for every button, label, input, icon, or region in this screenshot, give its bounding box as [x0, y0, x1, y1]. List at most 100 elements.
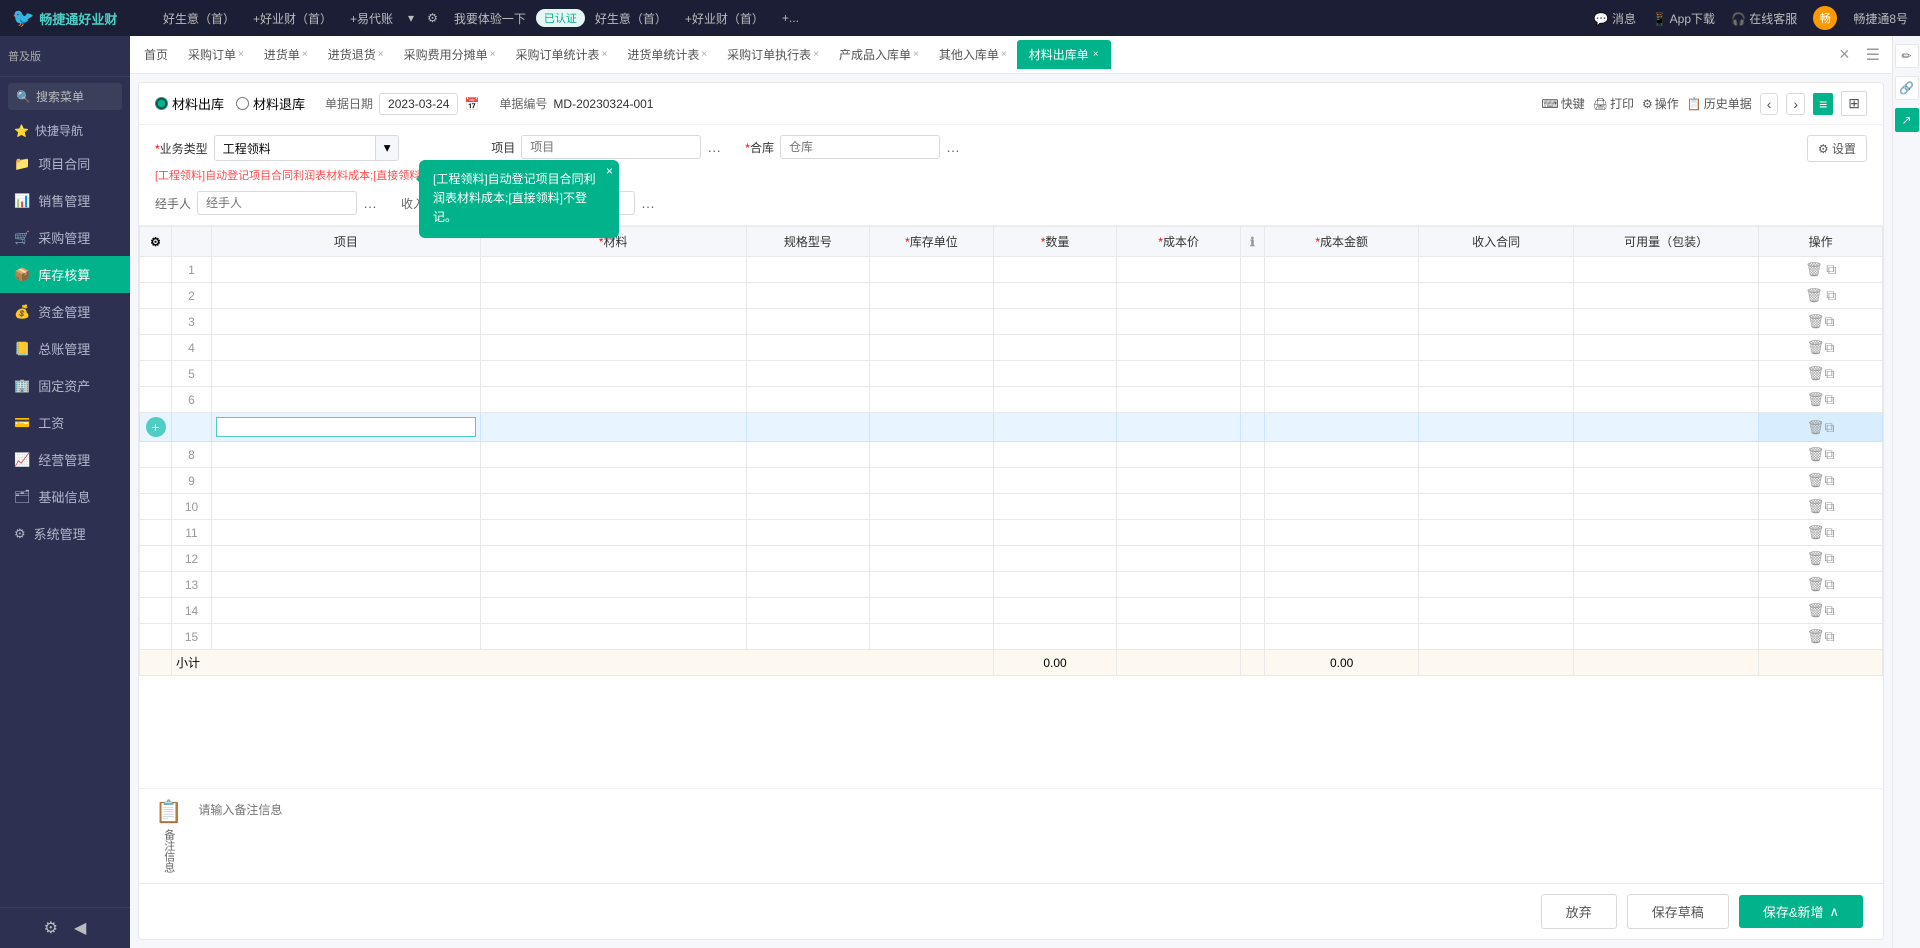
app-download-btn[interactable]: 📱 App下载 — [1652, 10, 1715, 27]
top-tab-3[interactable]: +易代账 — [342, 8, 401, 29]
close-tab-4[interactable]: × — [490, 49, 496, 60]
tab-purchase-return[interactable]: 进货退货 × — [318, 40, 394, 69]
delete-row-btn[interactable]: 🗑 — [1805, 287, 1823, 304]
grid-view-btn[interactable]: ⊞ — [1841, 91, 1867, 116]
copy-row-btn[interactable]: ⧉ — [1825, 313, 1835, 330]
delete-row-btn[interactable]: 🗑 — [1807, 339, 1825, 356]
col-settings[interactable]: ⚙ — [140, 227, 172, 257]
sidebar-item-project[interactable]: 📁 项目合同 — [0, 145, 130, 182]
tooltip-close-btn[interactable]: × — [606, 164, 613, 178]
sidebar-item-fixed-assets[interactable]: 🏢 固定资产 — [0, 367, 130, 404]
tab-purchase-order[interactable]: 采购订单 × — [178, 40, 254, 69]
operations-btn[interactable]: ⚙ 操作 — [1642, 95, 1679, 112]
handler-more-btn[interactable]: … — [363, 195, 377, 211]
income-contract-more-btn[interactable]: … — [641, 195, 655, 211]
warehouse-input[interactable] — [780, 135, 940, 159]
copy-row-btn[interactable]: ⧉ — [1825, 339, 1835, 356]
top-tab-7[interactable]: +好业财（首） — [677, 8, 772, 29]
sidebar-item-operations[interactable]: 📈 经营管理 — [0, 441, 130, 478]
close-tab-1[interactable]: × — [238, 49, 244, 60]
radio-material-return[interactable]: 材料退库 — [236, 94, 305, 113]
top-tab-1[interactable]: 好生意（首） — [155, 8, 243, 29]
sidebar-search-btn[interactable]: 🔍 搜索菜单 — [0, 77, 130, 116]
close-tab-3[interactable]: × — [378, 49, 384, 60]
copy-row-btn[interactable]: ⧉ — [1825, 419, 1835, 436]
online-service-btn[interactable]: 🎧 在线客服 — [1731, 10, 1797, 27]
close-tab-6[interactable]: × — [701, 49, 707, 60]
handler-input[interactable] — [197, 191, 357, 215]
delete-row-btn[interactable]: 🗑 — [1807, 313, 1825, 330]
history-btn[interactable]: 📋 历史单据 — [1687, 95, 1752, 112]
sidebar-settings-btn[interactable]: ⚙ — [44, 918, 58, 938]
delete-row-btn[interactable]: 🗑 — [1807, 498, 1825, 515]
sidebar-item-sales[interactable]: 📊 销售管理 — [0, 182, 130, 219]
sidebar-item-basic-info[interactable]: 🗂 基础信息 — [0, 478, 130, 515]
float-link-btn[interactable]: 🔗 — [1895, 76, 1919, 100]
tab-in-stats[interactable]: 进货单统计表 × — [617, 40, 717, 69]
delete-row-btn[interactable]: 🗑 — [1807, 576, 1825, 593]
copy-row-btn[interactable]: ⧉ — [1825, 576, 1835, 593]
business-type-dropdown[interactable]: ▾ — [375, 136, 399, 160]
business-type-input[interactable] — [215, 137, 375, 159]
date-value[interactable]: 2023-03-24 — [379, 93, 458, 115]
warehouse-more-btn[interactable]: … — [946, 139, 960, 155]
close-tab-7[interactable]: × — [813, 49, 819, 60]
close-all-tabs-btn[interactable]: × — [1831, 40, 1858, 69]
user-avatar[interactable]: 畅 — [1813, 6, 1837, 30]
top-tab-arrow[interactable]: ▾ — [403, 9, 419, 27]
tab-product-in[interactable]: 产成品入库单 × — [829, 40, 929, 69]
close-tab-2[interactable]: × — [302, 49, 308, 60]
sidebar-item-ledger[interactable]: 📒 总账管理 — [0, 330, 130, 367]
delete-row-btn[interactable]: 🗑 — [1807, 472, 1825, 489]
top-tab-more[interactable]: +... — [774, 9, 807, 27]
close-tab-9[interactable]: × — [1001, 49, 1007, 60]
form-settings-btn[interactable]: ⚙ 设置 — [1807, 135, 1867, 162]
sidebar-shortcut[interactable]: ⭐ 快捷导航 — [0, 116, 130, 145]
shortcut-btn[interactable]: ⌨ 快键 — [1541, 95, 1584, 112]
copy-row-btn[interactable]: ⧉ — [1825, 602, 1835, 619]
add-row-btn[interactable]: + — [146, 417, 166, 437]
copy-row-btn[interactable]: ⧉ — [1826, 261, 1836, 278]
sidebar-item-purchase[interactable]: 🛒 采购管理 — [0, 219, 130, 256]
sidebar-item-finance[interactable]: 💰 资金管理 — [0, 293, 130, 330]
top-tab-2[interactable]: +好业财（首） — [245, 8, 340, 29]
tab-home[interactable]: 首页 — [134, 40, 178, 69]
float-edit-btn[interactable]: ✏ — [1895, 44, 1919, 68]
close-tab-8[interactable]: × — [913, 49, 919, 60]
draft-btn[interactable]: 保存草稿 — [1627, 894, 1729, 929]
save-new-btn[interactable]: 保存&新增 ∧ — [1739, 895, 1863, 928]
copy-row-btn[interactable]: ⧉ — [1825, 446, 1835, 463]
nav-bar-menu-btn[interactable]: ☰ — [1858, 41, 1888, 69]
delete-row-btn[interactable]: 🗑 — [1807, 628, 1825, 645]
tab-purchase-fee[interactable]: 采购费用分摊单 × — [394, 40, 506, 69]
project-input[interactable] — [521, 135, 701, 159]
close-tab-active[interactable]: × — [1093, 49, 1099, 60]
delete-row-btn[interactable]: 🗑 — [1807, 419, 1825, 436]
sidebar-item-inventory[interactable]: 📦 库存核算 — [0, 256, 130, 293]
sidebar-item-system[interactable]: ⚙ 系统管理 — [0, 515, 130, 552]
sidebar-collapse-btn[interactable]: ◀ — [74, 918, 86, 938]
sidebar-item-salary[interactable]: 💳 工资 — [0, 404, 130, 441]
delete-row-btn[interactable]: 🗑 — [1807, 365, 1825, 382]
tab-other-in[interactable]: 其他入库单 × — [929, 40, 1017, 69]
tab-purchase-in[interactable]: 进货单 × — [254, 40, 318, 69]
prev-btn[interactable]: ‹ — [1760, 93, 1779, 115]
copy-row-btn[interactable]: ⧉ — [1825, 498, 1835, 515]
copy-row-btn[interactable]: ⧉ — [1825, 391, 1835, 408]
message-btn[interactable]: 💬 消息 — [1594, 10, 1636, 27]
radio-material-out[interactable]: 材料出库 — [155, 94, 224, 113]
close-tab-5[interactable]: × — [601, 49, 607, 60]
tab-purchase-stats[interactable]: 采购订单统计表 × — [505, 40, 617, 69]
calendar-icon[interactable]: 📅 — [464, 97, 479, 111]
delete-row-btn[interactable]: 🗑 — [1807, 550, 1825, 567]
next-btn[interactable]: › — [1786, 93, 1805, 115]
copy-row-btn[interactable]: ⧉ — [1826, 287, 1836, 304]
project-more-btn[interactable]: … — [707, 139, 721, 155]
delete-row-btn[interactable]: 🗑 — [1807, 446, 1825, 463]
tab-purchase-execute[interactable]: 采购订单执行表 × — [717, 40, 829, 69]
top-settings-icon[interactable]: ⚙ — [421, 9, 444, 27]
delete-row-btn[interactable]: 🗑 — [1805, 261, 1823, 278]
copy-row-btn[interactable]: ⧉ — [1825, 628, 1835, 645]
copy-row-btn[interactable]: ⧉ — [1825, 550, 1835, 567]
col-info[interactable]: ℹ — [1240, 227, 1264, 257]
